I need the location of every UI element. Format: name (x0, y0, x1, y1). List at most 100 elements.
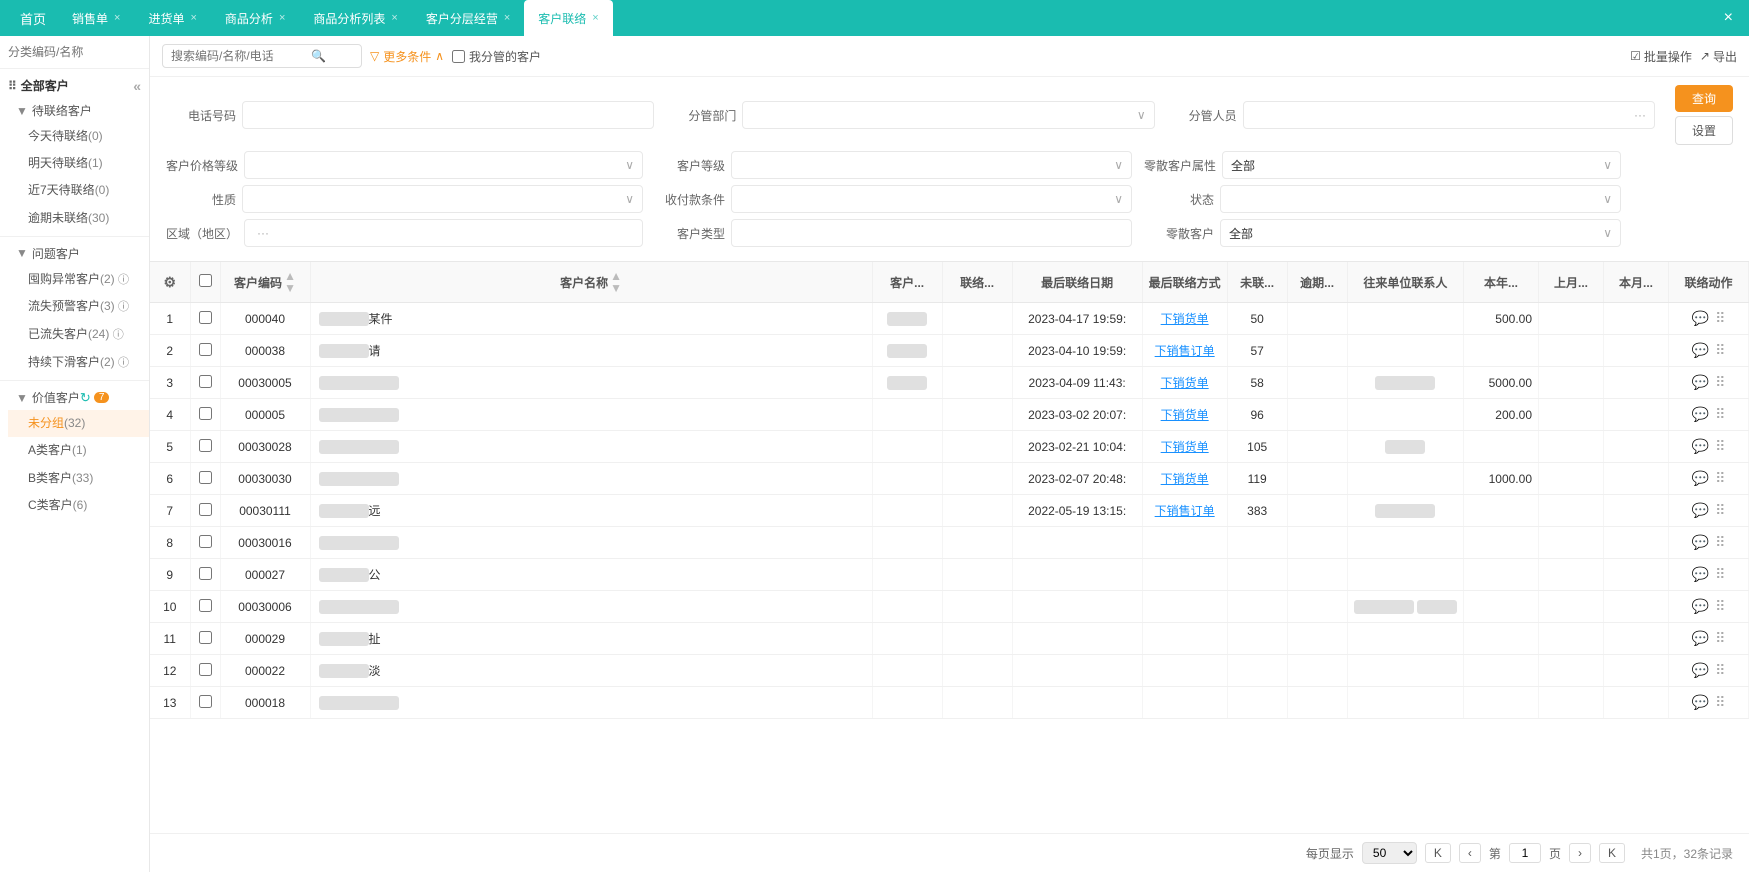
action-cell[interactable]: 💬⠿ (1669, 303, 1749, 335)
nav-tab-analysis[interactable]: 商品分析 × (211, 0, 299, 36)
th-unit-contacts[interactable]: 往来单位联系人 (1347, 262, 1463, 303)
sort-code[interactable]: 客户编码▲▼ (234, 270, 296, 294)
nav-tab-customer-contact[interactable]: 客户联络 × (524, 0, 612, 36)
row-checkbox-cell[interactable] (190, 687, 220, 719)
my-customers-check[interactable] (452, 50, 465, 63)
row-checkbox-cell[interactable] (190, 527, 220, 559)
th-overdue[interactable]: 逾期... (1287, 262, 1347, 303)
method-link[interactable]: 下销货单 (1161, 472, 1209, 486)
contact-method-cell[interactable]: 下销售订单 (1142, 495, 1227, 527)
nav-tab-customer-mgmt[interactable]: 客户分层经营 × (412, 0, 524, 36)
close-icon[interactable]: × (279, 12, 285, 24)
scattered-attr-dropdown[interactable]: 全部 ∨ (1222, 151, 1621, 179)
action-cell[interactable]: 💬⠿ (1669, 623, 1749, 655)
chat-icon[interactable]: 💬 (1692, 566, 1709, 583)
row-checkbox-cell[interactable] (190, 303, 220, 335)
th-last-method[interactable]: 最后联络方式 (1142, 262, 1227, 303)
apps-icon[interactable]: ⠿ (1715, 598, 1725, 615)
last-page-button[interactable]: K (1599, 843, 1625, 863)
th-last-month[interactable]: 上月... (1539, 262, 1604, 303)
chat-icon[interactable]: 💬 (1692, 662, 1709, 679)
apps-icon[interactable]: ⠿ (1715, 694, 1725, 711)
contact-method-cell[interactable]: 下销货单 (1142, 463, 1227, 495)
contact-method-cell[interactable] (1142, 623, 1227, 655)
sidebar-item-group-c[interactable]: C类客户(6) (8, 492, 149, 519)
more-conditions-button[interactable]: ▽ 更多条件 ∧ (370, 48, 444, 65)
row-checkbox[interactable] (199, 599, 212, 612)
row-checkbox[interactable] (199, 695, 212, 708)
sidebar-pending-header[interactable]: ▼ 待联络客户 (8, 98, 149, 123)
row-checkbox-cell[interactable] (190, 495, 220, 527)
row-checkbox-cell[interactable] (190, 367, 220, 399)
th-contact[interactable]: 联络... (942, 262, 1012, 303)
sidebar-all-customers[interactable]: ⠿ 全部客户 « (0, 69, 149, 98)
chat-icon[interactable]: 💬 (1692, 342, 1709, 359)
sidebar-item-ungroup[interactable]: 未分组(32) (8, 410, 149, 437)
row-checkbox[interactable] (199, 407, 212, 420)
apps-icon[interactable]: ⠿ (1715, 534, 1725, 551)
th-this-year[interactable]: 本年... (1464, 262, 1539, 303)
nav-tab-purchase[interactable]: 进货单 × (134, 0, 210, 36)
apps-icon[interactable]: ⠿ (1715, 438, 1725, 455)
th-checkbox[interactable] (190, 262, 220, 303)
row-checkbox[interactable] (199, 471, 212, 484)
phone-input[interactable] (242, 101, 654, 129)
nav-tab-sales[interactable]: 销售单 × (58, 0, 134, 36)
close-icon[interactable]: × (592, 12, 598, 24)
scattered-customer-dropdown[interactable]: 全部 ∨ (1220, 219, 1621, 247)
contact-method-cell[interactable] (1142, 591, 1227, 623)
contact-method-cell[interactable]: 下销货单 (1142, 399, 1227, 431)
dots-icon[interactable]: ··· (253, 226, 273, 240)
sidebar-item-warning[interactable]: 流失预警客户(3) ⓘ (8, 293, 149, 321)
row-checkbox-cell[interactable] (190, 623, 220, 655)
th-code[interactable]: 客户编码▲▼ (220, 262, 310, 303)
sidebar-item-7days[interactable]: 近7天待联络(0) (8, 177, 149, 204)
action-cell[interactable]: 💬⠿ (1669, 591, 1749, 623)
close-icon[interactable]: × (504, 12, 510, 24)
action-cell[interactable]: 💬⠿ (1669, 399, 1749, 431)
prev-page-button[interactable]: ‹ (1459, 843, 1481, 863)
payment-dropdown[interactable]: ∨ (731, 185, 1132, 213)
row-checkbox-cell[interactable] (190, 591, 220, 623)
sidebar-item-declining[interactable]: 持续下滑客户(2) ⓘ (8, 349, 149, 377)
row-checkbox[interactable] (199, 535, 212, 548)
row-checkbox[interactable] (199, 439, 212, 452)
close-icon[interactable]: × (391, 12, 397, 24)
chat-icon[interactable]: 💬 (1692, 598, 1709, 615)
action-cell[interactable]: 💬⠿ (1669, 335, 1749, 367)
chat-icon[interactable]: 💬 (1692, 630, 1709, 647)
page-size-select[interactable]: 50 100 200 (1362, 842, 1417, 864)
window-close-button[interactable]: × (1716, 9, 1741, 27)
method-link[interactable]: 下销货单 (1161, 312, 1209, 326)
action-cell[interactable]: 💬⠿ (1669, 687, 1749, 719)
action-cell[interactable]: 💬⠿ (1669, 527, 1749, 559)
chat-icon[interactable]: 💬 (1692, 438, 1709, 455)
action-cell[interactable]: 💬⠿ (1669, 367, 1749, 399)
apps-icon[interactable]: ⠿ (1715, 374, 1725, 391)
row-checkbox-cell[interactable] (190, 431, 220, 463)
chat-icon[interactable]: 💬 (1692, 502, 1709, 519)
row-checkbox-cell[interactable] (190, 463, 220, 495)
status-dropdown[interactable]: ∨ (1220, 185, 1621, 213)
method-link[interactable]: 下销售订单 (1155, 344, 1215, 358)
action-cell[interactable]: 💬⠿ (1669, 431, 1749, 463)
price-level-dropdown[interactable]: ∨ (244, 151, 643, 179)
method-link[interactable]: 下销售订单 (1155, 504, 1215, 518)
contact-method-cell[interactable] (1142, 527, 1227, 559)
region-input[interactable]: ··· (244, 219, 643, 247)
customer-level-dropdown[interactable]: ∨ (731, 151, 1132, 179)
select-all-checkbox[interactable] (199, 274, 212, 287)
th-unlink-days[interactable]: 未联... (1227, 262, 1287, 303)
chat-icon[interactable]: 💬 (1692, 310, 1709, 327)
row-checkbox[interactable] (199, 375, 212, 388)
sidebar-item-lost[interactable]: 已流失客户(24) ⓘ (8, 321, 149, 349)
first-page-button[interactable]: K (1425, 843, 1451, 863)
dept-dropdown[interactable]: ∨ (742, 101, 1154, 129)
nature-dropdown[interactable]: ∨ (242, 185, 643, 213)
row-checkbox-cell[interactable] (190, 335, 220, 367)
chat-icon[interactable]: 💬 (1692, 374, 1709, 391)
next-page-button[interactable]: › (1569, 843, 1591, 863)
close-icon[interactable]: × (114, 12, 120, 24)
search-icon[interactable]: 🔍 (311, 49, 326, 63)
row-checkbox[interactable] (199, 631, 212, 644)
